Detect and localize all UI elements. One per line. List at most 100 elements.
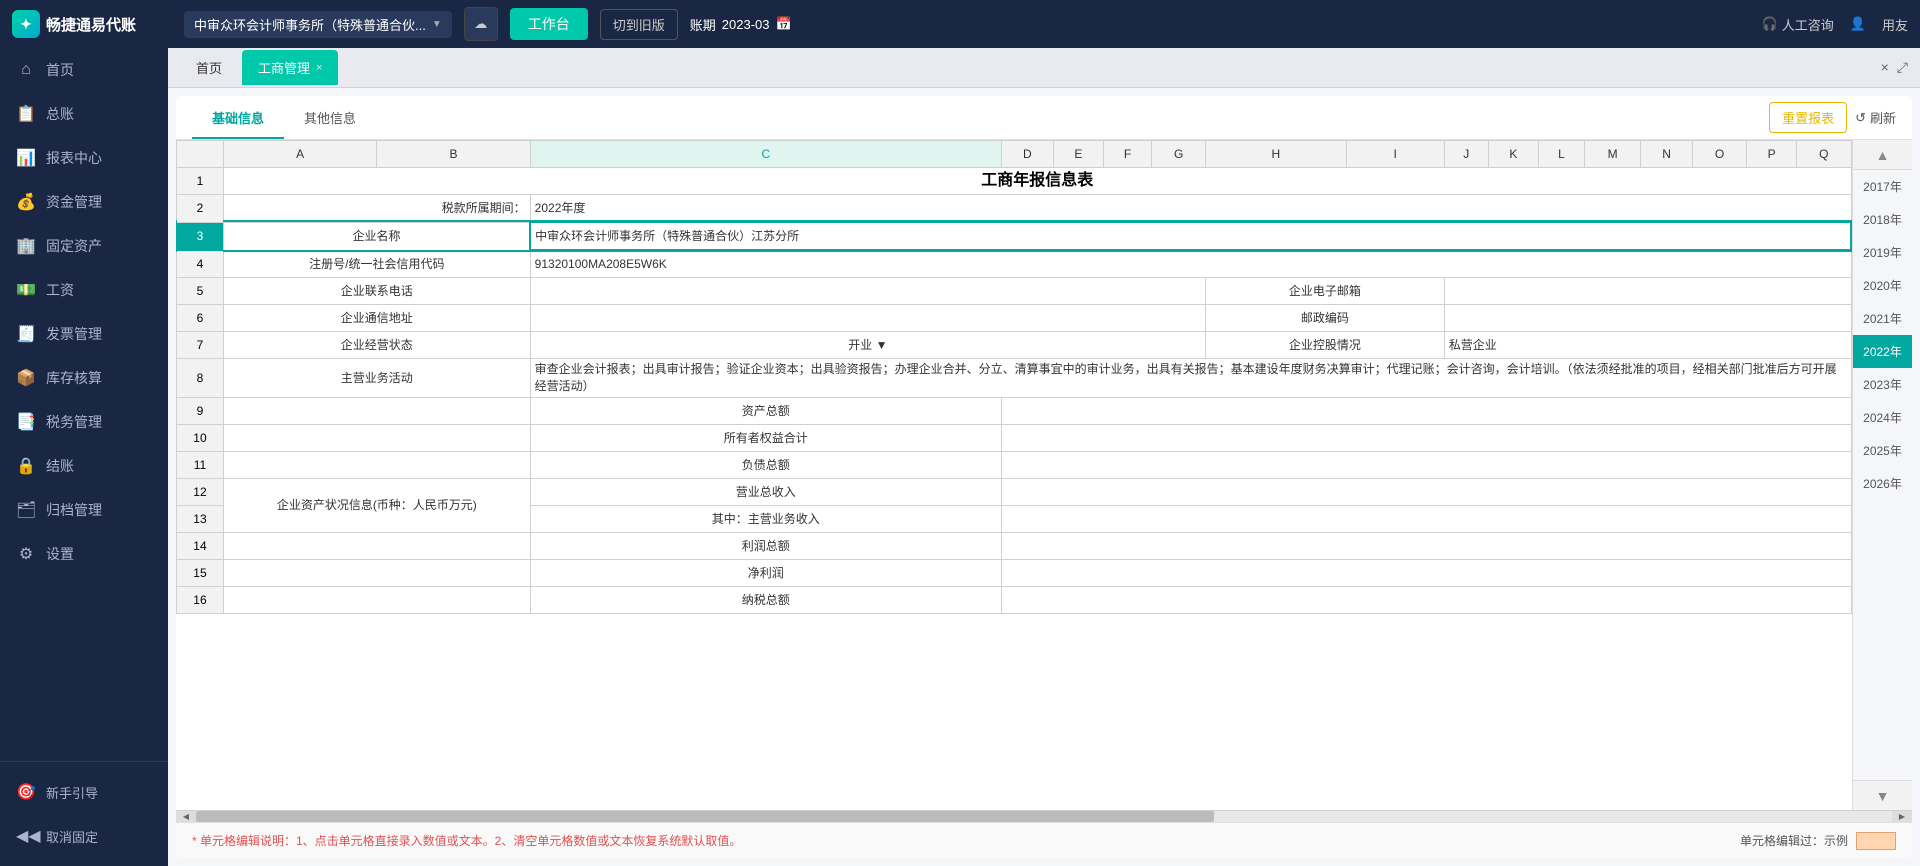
window-maximize-icon[interactable]: ⤢	[1897, 59, 1908, 76]
col-header-k: K	[1488, 141, 1538, 168]
col-header-a: A	[223, 141, 376, 168]
sidebar-item-report[interactable]: 📊 报表中心	[0, 136, 168, 180]
equity-value[interactable]	[1001, 424, 1851, 451]
status-dropdown[interactable]: 开业 ▼	[530, 332, 1205, 359]
hscroll-left-btn[interactable]: ◀	[176, 811, 196, 823]
spreadsheet-table: A B C D E F G H I J K L	[176, 140, 1852, 614]
newbie-icon: 🎯	[16, 782, 36, 802]
period-info: 账期 2023-03 📅	[690, 15, 792, 34]
year-item-2018[interactable]: 2018年	[1853, 203, 1912, 236]
hscroll-track[interactable]	[196, 811, 1892, 822]
period-value-cell[interactable]: 2022年度	[530, 195, 1851, 223]
year-item-2017[interactable]: 2017年	[1853, 170, 1912, 203]
total-profit-label: 利润总额	[530, 532, 1001, 559]
cloud-icon-btn[interactable]: ☁	[464, 7, 498, 41]
user-label[interactable]: 用友	[1882, 15, 1908, 34]
hscroll-thumb[interactable]	[196, 811, 1214, 822]
year-item-2019[interactable]: 2019年	[1853, 236, 1912, 269]
content-panel: 基础信息 其他信息 重置报表 ↺ 刷新	[176, 96, 1912, 858]
col-header-c: C	[530, 141, 1001, 168]
year-item-2021[interactable]: 2021年	[1853, 302, 1912, 335]
row-num-15: 15	[177, 559, 224, 586]
sidebar-item-unpin[interactable]: ◀◀ 取消固定	[0, 814, 168, 858]
sub-tab-basic[interactable]: 基础信息	[192, 98, 284, 139]
hscroll-right-btn[interactable]: ▶	[1892, 811, 1912, 823]
phone-value[interactable]	[530, 278, 1205, 305]
sample-cell	[1856, 832, 1896, 850]
sidebar-item-label: 报表中心	[46, 148, 102, 168]
archive-icon: 🗂	[16, 500, 36, 520]
biz-value[interactable]: 审查企业会计报表；出具审计报告；验证企业资本；出具验资报告；办理企业合并、分立、…	[530, 359, 1851, 398]
table-row: 14 利润总额	[177, 532, 1852, 559]
chevron-down-icon[interactable]: ▼	[1876, 788, 1890, 804]
sidebar-item-salary[interactable]: 💵 工资	[0, 268, 168, 312]
reset-button[interactable]: 重置报表	[1769, 102, 1847, 133]
refresh-button[interactable]: ↺ 刷新	[1855, 102, 1896, 133]
tab-business[interactable]: 工商管理 ×	[242, 50, 338, 85]
row-num-2: 2	[177, 195, 224, 223]
total-profit-value[interactable]	[1001, 532, 1851, 559]
year-item-2025[interactable]: 2025年	[1853, 434, 1912, 467]
sidebar-item-label: 资金管理	[46, 192, 102, 212]
year-item-2020[interactable]: 2020年	[1853, 269, 1912, 302]
company-value-cell[interactable]: 中审众环会计师事务所（特殊普通合伙）江苏分所	[530, 222, 1851, 250]
year-item-2022[interactable]: 2022年	[1853, 335, 1912, 368]
sidebar-item-label: 固定资产	[46, 236, 102, 256]
net-profit-label: 净利润	[530, 559, 1001, 586]
sidebar-item-newbie[interactable]: 🎯 新手引导	[0, 770, 168, 814]
company-selector[interactable]: 中审众环会计师事务所（特殊普通合伙... ▼	[184, 11, 452, 38]
total-revenue-value[interactable]	[1001, 478, 1851, 505]
sidebar-item-settings[interactable]: ⚙ 设置	[0, 532, 168, 576]
total-assets-value[interactable]	[1001, 397, 1851, 424]
assets-section-label-11	[223, 451, 530, 478]
sub-tab-other[interactable]: 其他信息	[284, 98, 376, 139]
email-value[interactable]	[1444, 278, 1851, 305]
calendar-icon[interactable]: 📅	[776, 16, 792, 32]
consult-button[interactable]: 🎧 人工咨询	[1762, 15, 1834, 34]
tab-close-icon[interactable]: ×	[316, 62, 322, 74]
tab-home-label: 首页	[196, 58, 222, 77]
sidebar-item-close[interactable]: 🔒 结账	[0, 444, 168, 488]
settings-icon: ⚙	[16, 544, 36, 564]
sidebar-item-archive[interactable]: 🗂 归档管理	[0, 488, 168, 532]
year-item-2026[interactable]: 2026年	[1853, 467, 1912, 500]
table-row: 5 企业联系电话 企业电子邮箱	[177, 278, 1852, 305]
sidebar-item-assets[interactable]: 🏢 固定资产	[0, 224, 168, 268]
tab-home[interactable]: 首页	[180, 50, 238, 85]
postal-value[interactable]	[1444, 305, 1851, 332]
main-revenue-value[interactable]	[1001, 505, 1851, 532]
address-value[interactable]	[530, 305, 1205, 332]
sidebar-item-inventory[interactable]: 📦 库存核算	[0, 356, 168, 400]
col-header-j: J	[1444, 141, 1488, 168]
old-version-button[interactable]: 切到旧版	[600, 9, 678, 40]
year-item-2024[interactable]: 2024年	[1853, 401, 1912, 434]
sidebar-item-ledger[interactable]: 📋 总账	[0, 92, 168, 136]
sidebar-item-label: 取消固定	[46, 827, 98, 846]
address-label: 企业通信地址	[223, 305, 530, 332]
app-header: ✦ 畅捷通易代账 中审众环会计师事务所（特殊普通合伙... ▼ ☁ 工作台 切到…	[0, 0, 1920, 48]
year-item-2023[interactable]: 2023年	[1853, 368, 1912, 401]
liabilities-value[interactable]	[1001, 451, 1851, 478]
sidebar-item-home[interactable]: ⌂ 首页	[0, 48, 168, 92]
window-close-icon[interactable]: ×	[1881, 59, 1889, 76]
table-row: 2 税款所属期间： 2022年度	[177, 195, 1852, 223]
table-row: 16 纳税总额	[177, 586, 1852, 613]
col-header-q: Q	[1797, 141, 1851, 168]
sidebar-item-finance[interactable]: 💰 资金管理	[0, 180, 168, 224]
table-row: 10 所有者权益合计	[177, 424, 1852, 451]
bottom-bar: * 单元格编辑说明：1、点击单元格直接录入数值或文本。2、清空单元格数值或文本恢…	[176, 822, 1912, 858]
net-profit-value[interactable]	[1001, 559, 1851, 586]
spreadsheet-container[interactable]: A B C D E F G H I J K L	[176, 140, 1852, 810]
refresh-label: 刷新	[1870, 108, 1896, 127]
chevron-up-icon[interactable]: ▲	[1876, 147, 1890, 163]
workbench-button[interactable]: 工作台	[510, 8, 588, 40]
sidebar-item-label: 税务管理	[46, 412, 102, 432]
holding-value[interactable]: 私营企业	[1444, 332, 1851, 359]
table-row: 4 注册号/统一社会信用代码 91320100MA208E5W6K	[177, 250, 1852, 278]
sidebar-item-invoice[interactable]: 🧾 发票管理	[0, 312, 168, 356]
sidebar-item-tax[interactable]: 📑 税务管理	[0, 400, 168, 444]
horizontal-scrollbar[interactable]: ◀ ▶	[176, 810, 1912, 822]
reg-value-cell[interactable]: 91320100MA208E5W6K	[530, 250, 1851, 278]
total-tax-value[interactable]	[1001, 586, 1851, 613]
row-num-12: 12	[177, 478, 224, 505]
